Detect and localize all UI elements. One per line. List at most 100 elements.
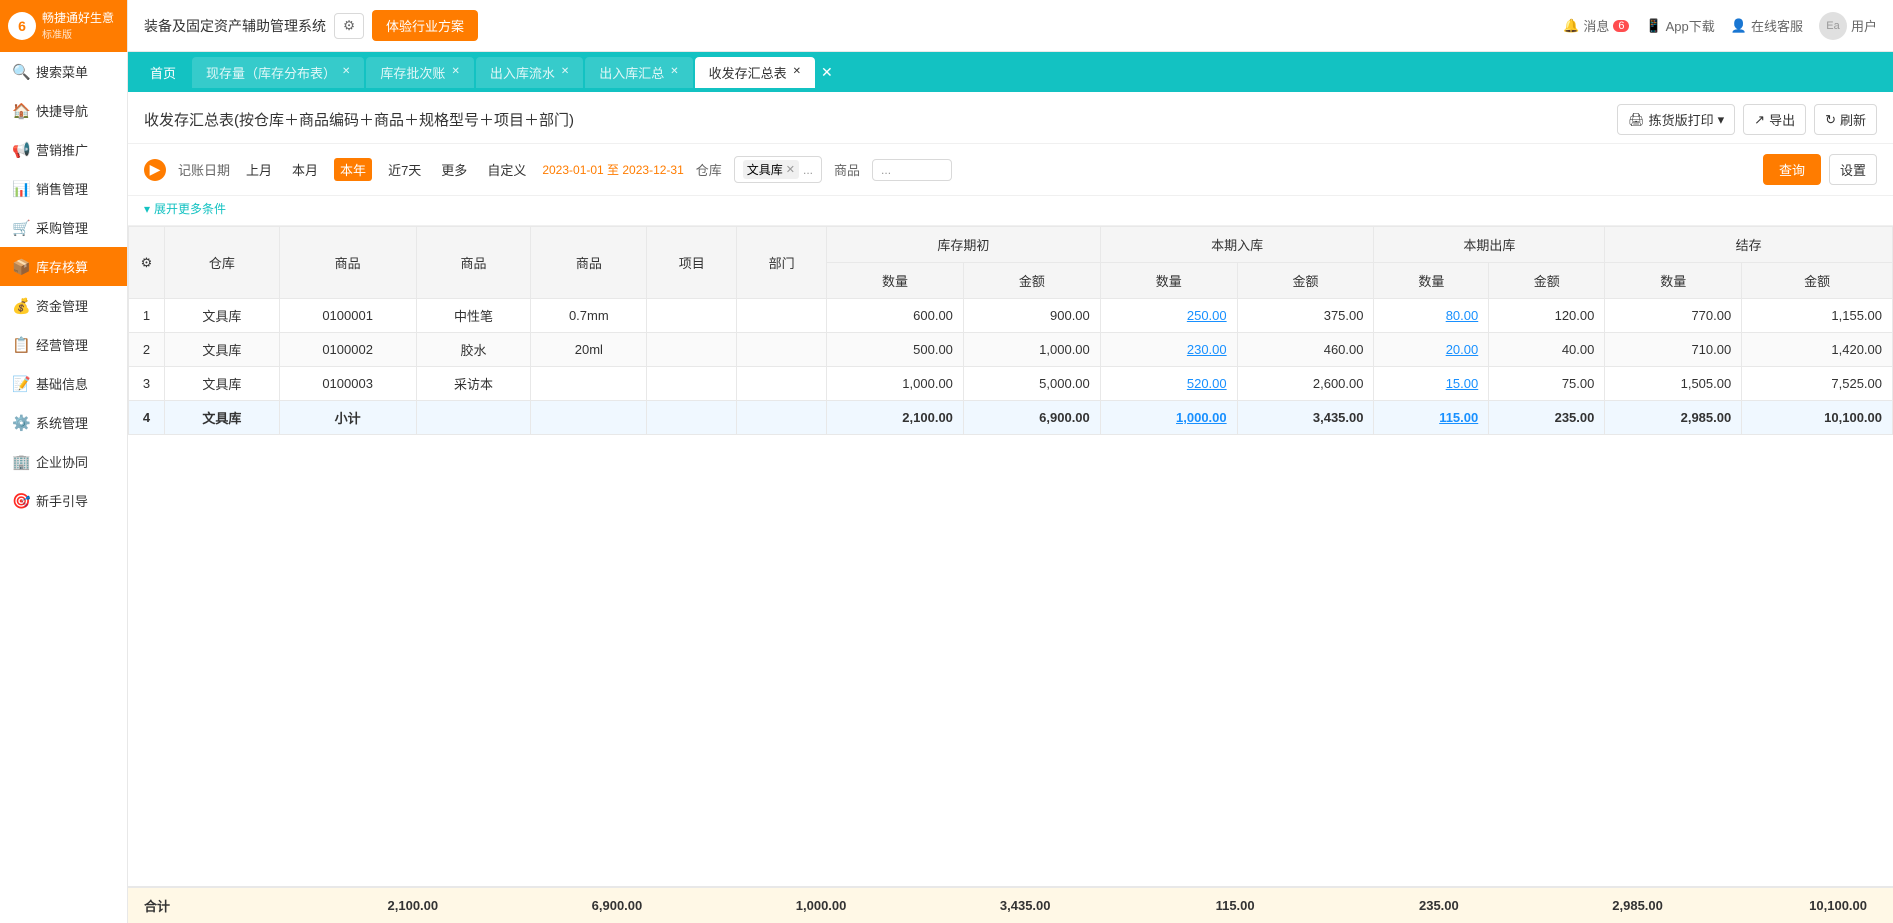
sidebar-item-marketing[interactable]: 📢 营销推广 (0, 130, 127, 169)
row1-in-amt: 375.00 (1237, 299, 1374, 333)
date-custom-btn[interactable]: 自定义 (483, 158, 530, 181)
table-row: 3 文具库 0100003 采访本 1,000.00 5,000.00 520.… (129, 367, 1893, 401)
user-action[interactable]: Ea 用户 (1819, 12, 1877, 40)
total-in-amt: 3,435.00 (856, 898, 1060, 913)
system-title: 装备及固定资产辅助管理系统 (144, 16, 326, 36)
sidebar-item-purchase[interactable]: 🛒 采购管理 (0, 208, 127, 247)
expand-conditions-label: 展开更多条件 (154, 200, 226, 217)
row2-no: 2 (129, 333, 165, 367)
tab-home[interactable]: 首页 (136, 57, 190, 88)
sidebar-item-enterprise[interactable]: 🏢 企业协同 (0, 442, 127, 481)
subtotal-in-qty[interactable]: 1,000.00 (1100, 401, 1237, 435)
tab-batch-ledger-close[interactable]: ✕ (451, 67, 459, 77)
inventory-icon: 📦 (12, 258, 30, 276)
row2-in-qty[interactable]: 230.00 (1100, 333, 1237, 367)
row3-in-qty[interactable]: 520.00 (1100, 367, 1237, 401)
tab-recv-send-summary[interactable]: 收发存汇总表 ✕ (695, 57, 815, 88)
row3-out-qty[interactable]: 15.00 (1374, 367, 1489, 401)
table-goods-spec-header: 商品 (531, 227, 647, 299)
subtotal-out-qty[interactable]: 115.00 (1374, 401, 1489, 435)
total-out-amt: 235.00 (1265, 898, 1469, 913)
sidebar-item-system[interactable]: ⚙️ 系统管理 (0, 403, 127, 442)
tab-inout-flow-label: 出入库流水 (490, 63, 555, 82)
guide-icon: 🎯 (12, 492, 30, 510)
tab-batch-ledger-label: 库存批次账 (380, 63, 445, 82)
date-this-month-btn[interactable]: 本月 (288, 158, 322, 181)
sidebar-item-basic-info[interactable]: 📝 基础信息 (0, 364, 127, 403)
tab-stock-dist[interactable]: 现存量（库存分布表） ✕ (192, 57, 364, 88)
tab-inout-flow-close[interactable]: ✕ (561, 67, 569, 77)
settings-button[interactable]: ⚙ (334, 13, 364, 39)
sidebar-item-guide[interactable]: 🎯 新手引导 (0, 481, 127, 520)
warehouse-tag-container[interactable]: 文具库 ✕ ... (734, 156, 822, 183)
user-label: 用户 (1851, 16, 1877, 35)
filter-expand-button[interactable]: ▶ (144, 159, 166, 181)
page-title: 收发存汇总表(按仓库＋商品编码＋商品＋规格型号＋项目＋部门) (144, 109, 574, 130)
sidebar-item-inventory[interactable]: 📦 库存核算 (0, 247, 127, 286)
table-project-header: 项目 (647, 227, 737, 299)
sidebar-item-label: 快捷导航 (36, 101, 88, 120)
query-button[interactable]: 查询 (1763, 154, 1821, 185)
sidebar-item-search[interactable]: 🔍 搜索菜单 (0, 52, 127, 91)
tab-inout-flow[interactable]: 出入库流水 ✕ (476, 57, 583, 88)
tabs-bar: 首页 现存量（库存分布表） ✕ 库存批次账 ✕ 出入库流水 ✕ 出入库汇总 ✕ … (128, 52, 1893, 92)
app-download-label: App下载 (1666, 16, 1715, 35)
tab-recv-send-close[interactable]: ✕ (793, 67, 801, 77)
date-last-month-btn[interactable]: 上月 (242, 158, 276, 181)
date-7days-btn[interactable]: 近7天 (384, 158, 425, 181)
export-button[interactable]: ↗ 导出 (1743, 104, 1806, 135)
row2-out-qty[interactable]: 20.00 (1374, 333, 1489, 367)
table-row: 2 文具库 0100002 胶水 20ml 500.00 1,000.00 23… (129, 333, 1893, 367)
chevron-down-icon: ▾ (1718, 112, 1725, 128)
tab-inout-summary-label: 出入库汇总 (599, 63, 664, 82)
filter-setting-button[interactable]: 设置 (1829, 154, 1877, 185)
refresh-button[interactable]: ↻ 刷新 (1814, 104, 1877, 135)
online-service-action[interactable]: 👤 在线客服 (1731, 16, 1803, 35)
row1-in-qty[interactable]: 250.00 (1100, 299, 1237, 333)
top-header: 装备及固定资产辅助管理系统 ⚙ 体验行业方案 🔔 消息 6 📱 App下载 👤 … (128, 0, 1893, 52)
date-this-year-btn[interactable]: 本年 (334, 158, 372, 181)
sidebar-item-sales[interactable]: 📊 销售管理 (0, 169, 127, 208)
sidebar-item-finance[interactable]: 💰 资金管理 (0, 286, 127, 325)
print-button[interactable]: 🖨 拣货版打印 ▾ (1617, 104, 1735, 135)
notification-action[interactable]: 🔔 消息 6 (1563, 16, 1629, 35)
row1-close-amt: 1,155.00 (1742, 299, 1893, 333)
print-icon: 🖨 (1628, 112, 1645, 128)
tab-stock-dist-close[interactable]: ✕ (342, 67, 350, 77)
goods-more-btn[interactable]: ... (881, 163, 891, 177)
close-all-tabs-button[interactable]: ✕ (821, 65, 833, 79)
table-warehouse-header: 仓库 (165, 227, 280, 299)
tab-stock-dist-label: 现存量（库存分布表） (206, 63, 336, 82)
sidebar-item-operations[interactable]: 📋 经营管理 (0, 325, 127, 364)
app-download-action[interactable]: 📱 App下载 (1645, 16, 1714, 35)
tab-inout-summary-close[interactable]: ✕ (670, 67, 678, 77)
logo-icon: 6 (8, 12, 36, 40)
warehouse-more-btn[interactable]: ... (803, 163, 813, 177)
row1-out-qty[interactable]: 80.00 (1374, 299, 1489, 333)
row3-project (647, 367, 737, 401)
expand-conditions-button[interactable]: ▾ 展开更多条件 (144, 200, 226, 217)
subtotal-warehouse: 文具库 (165, 401, 280, 435)
row2-project (647, 333, 737, 367)
warehouse-tag-remove[interactable]: ✕ (786, 163, 795, 176)
date-more-btn[interactable]: 更多 (437, 158, 471, 181)
subtotal-open-qty: 2,100.00 (827, 401, 964, 435)
sidebar-item-label: 经营管理 (36, 335, 88, 354)
sidebar-item-quick-nav[interactable]: 🏠 快捷导航 (0, 91, 127, 130)
tab-batch-ledger[interactable]: 库存批次账 ✕ (366, 57, 473, 88)
table-in-amt-header: 金额 (1237, 263, 1374, 299)
row2-close-qty: 710.00 (1605, 333, 1742, 367)
table-goods-code-header: 商品 (279, 227, 416, 299)
table-close-amt-header: 金额 (1742, 263, 1893, 299)
table-open-amt-header: 金额 (963, 263, 1100, 299)
page-actions: 🖨 拣货版打印 ▾ ↗ 导出 ↻ 刷新 (1617, 104, 1877, 135)
total-label: 合计 (144, 896, 244, 915)
header-left: 装备及固定资产辅助管理系统 ⚙ 体验行业方案 (144, 10, 478, 41)
tab-inout-summary[interactable]: 出入库汇总 ✕ (585, 57, 692, 88)
row3-department (737, 367, 827, 401)
row3-goods-code: 0100003 (279, 367, 416, 401)
goods-tag-container[interactable]: ... (872, 159, 952, 181)
row1-open-amt: 900.00 (963, 299, 1100, 333)
table-goods-name-header: 商品 (416, 227, 531, 299)
try-industry-button[interactable]: 体验行业方案 (372, 10, 478, 41)
